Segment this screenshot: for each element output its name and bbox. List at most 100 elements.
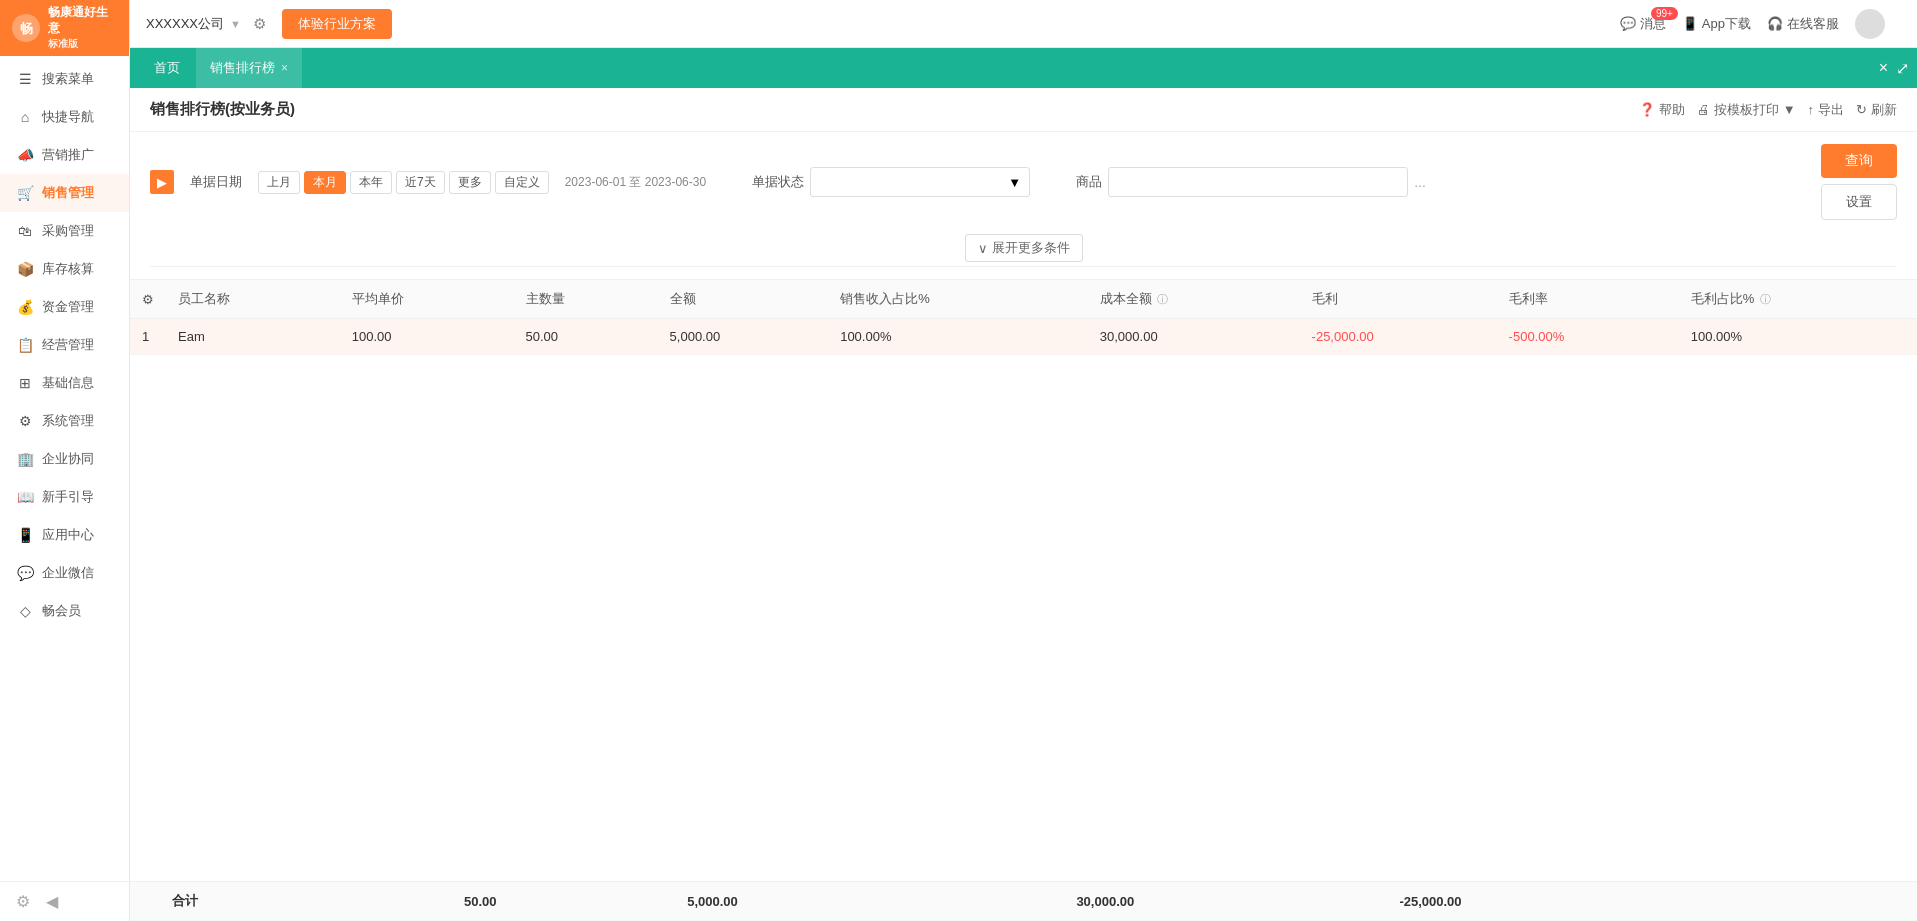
help-button[interactable]: ❓ 帮助 xyxy=(1639,101,1685,119)
sidebar-item-enterprise[interactable]: 🏢 企业协同 xyxy=(0,440,129,478)
message-button[interactable]: 💬 消息 99+ xyxy=(1620,15,1666,33)
online-service-button[interactable]: 🎧 在线客服 xyxy=(1767,15,1839,33)
template-print-button[interactable]: 🖨 按模板打印 ▼ xyxy=(1697,101,1796,119)
th-settings: ⚙ xyxy=(130,280,166,319)
sidebar-item-wechat[interactable]: 💬 企业微信 xyxy=(0,554,129,592)
marketing-icon: 📣 xyxy=(16,147,34,163)
sidebar-logo: 畅 畅康通好生意 标准版 xyxy=(0,0,129,56)
service-label: 在线客服 xyxy=(1787,15,1839,33)
refresh-button[interactable]: ↻ 刷新 xyxy=(1856,101,1897,119)
goods-input[interactable] xyxy=(1108,167,1408,197)
status-select[interactable]: ▼ xyxy=(810,167,1030,197)
status-dropdown-icon: ▼ xyxy=(1008,175,1021,190)
date-range-display: 2023-06-01 至 2023-06-30 xyxy=(565,174,706,191)
sidebar-menu: ☰ 搜索菜单 ⌂ 快捷导航 📣 营销推广 🛒 销售管理 🛍 采购管理 📦 库存核… xyxy=(0,56,129,881)
cell-total: 5,000.00 xyxy=(658,319,829,355)
sidebar-logo-text: 畅康通好生意 xyxy=(48,5,119,36)
expand-arrow-button[interactable]: ▶ xyxy=(150,170,174,194)
sidebar-item-label: 营销推广 xyxy=(42,146,94,164)
query-button[interactable]: 查询 xyxy=(1821,144,1897,178)
apps-icon: 📱 xyxy=(16,527,34,543)
trial-button[interactable]: 体验行业方案 xyxy=(282,9,392,39)
expand-conditions-row: ∨ 展开更多条件 xyxy=(150,230,1897,267)
sidebar-item-member[interactable]: ◇ 畅会员 xyxy=(0,592,129,630)
sidebar-item-purchase[interactable]: 🛍 采购管理 xyxy=(0,212,129,250)
export-button[interactable]: ↑ 导出 xyxy=(1808,101,1845,119)
settings-col-icon[interactable]: ⚙ xyxy=(142,292,154,307)
sidebar-item-guide[interactable]: 📖 新手引导 xyxy=(0,478,129,516)
sidebar-item-shortcut[interactable]: ⌂ 快捷导航 xyxy=(0,98,129,136)
sidebar-item-label: 应用中心 xyxy=(42,526,94,544)
system-icon: ⚙ xyxy=(16,413,34,429)
tab-sales-ranking[interactable]: 销售排行榜 × xyxy=(196,48,302,88)
tab-close-icon[interactable]: × xyxy=(281,61,288,75)
export-icon: ↑ xyxy=(1808,102,1815,117)
sidebar-item-basic[interactable]: ⊞ 基础信息 xyxy=(0,364,129,402)
date-btn-custom[interactable]: 自定义 xyxy=(495,171,549,194)
guide-icon: 📖 xyxy=(16,489,34,505)
footer-sales-pct xyxy=(970,882,1065,921)
tab-close-window-icon[interactable]: × xyxy=(1879,59,1888,78)
sidebar-item-label: 基础信息 xyxy=(42,374,94,392)
dropdown-arrow-icon: ▼ xyxy=(1783,102,1796,117)
date-btn-more[interactable]: 更多 xyxy=(449,171,491,194)
refresh-label: 刷新 xyxy=(1871,101,1897,119)
sidebar-item-inventory[interactable]: 📦 库存核算 xyxy=(0,250,129,288)
data-table: ⚙ 员工名称 平均单价 主数量 xyxy=(130,280,1917,355)
footer-label: 合计 xyxy=(160,882,357,921)
settings-button[interactable]: 设置 xyxy=(1821,184,1897,220)
page-header: 销售排行榜(按业务员) ❓ 帮助 🖨 按模板打印 ▼ ↑ 导出 xyxy=(130,88,1917,132)
help-icon: ❓ xyxy=(1639,102,1655,117)
more-options-icon[interactable]: ... xyxy=(1414,174,1426,190)
settings-icon[interactable]: ⚙ xyxy=(16,892,30,911)
sidebar-item-label: 库存核算 xyxy=(42,260,94,278)
sidebar-item-apps[interactable]: 📱 应用中心 xyxy=(0,516,129,554)
th-gross-rate: 毛利率 xyxy=(1497,280,1679,319)
inventory-icon: 📦 xyxy=(16,261,34,277)
cell-rank: 1 xyxy=(130,319,166,355)
home-icon: ⌂ xyxy=(16,109,34,125)
app-download-button[interactable]: 📱 App下载 xyxy=(1682,15,1751,33)
th-avg-price: 平均单价 xyxy=(340,280,514,319)
tab-home[interactable]: 首页 xyxy=(138,48,196,88)
refresh-icon: ↻ xyxy=(1856,102,1867,117)
collapse-icon[interactable]: ◀ xyxy=(46,892,58,911)
date-btn-this-year[interactable]: 本年 xyxy=(350,171,392,194)
tab-home-label: 首页 xyxy=(154,59,180,77)
sidebar-item-system[interactable]: ⚙ 系统管理 xyxy=(0,402,129,440)
date-btn-this-month[interactable]: 本月 xyxy=(304,171,346,194)
tab-maximize-icon[interactable]: ⤢ xyxy=(1896,59,1909,78)
expand-conditions-button[interactable]: ∨ 展开更多条件 xyxy=(965,234,1083,262)
sidebar-item-operations[interactable]: 📋 经营管理 xyxy=(0,326,129,364)
cell-gross-pct: 100.00% xyxy=(1679,319,1917,355)
topbar: XXXXXX公司 ▼ ⚙ 体验行业方案 💬 消息 99+ 📱 App下载 🎧 在… xyxy=(130,0,1917,48)
company-dropdown-icon: ▼ xyxy=(230,18,241,30)
date-btn-7days[interactable]: 近7天 xyxy=(396,171,445,194)
table-area: ⚙ 员工名称 平均单价 主数量 xyxy=(130,280,1917,581)
date-btn-last-month[interactable]: 上月 xyxy=(258,171,300,194)
expand-label: 展开更多条件 xyxy=(992,239,1070,257)
status-label: 单据状态 xyxy=(752,173,804,191)
footer-gross-rate xyxy=(1728,882,1823,921)
footer-row: 合计 50.00 5,000.00 30,000.00 -25,000.00 xyxy=(130,882,1917,921)
sidebar-item-marketing[interactable]: 📣 营销推广 xyxy=(0,136,129,174)
cell-cost: 30,000.00 xyxy=(1088,319,1300,355)
gear-icon[interactable]: ⚙ xyxy=(253,15,266,33)
cell-gross: -25,000.00 xyxy=(1300,319,1497,355)
th-name: 员工名称 xyxy=(166,280,340,319)
cost-info-icon[interactable]: ⓘ xyxy=(1157,293,1168,305)
th-quantity: 主数量 xyxy=(514,280,658,319)
gross-pct-info-icon[interactable]: ⓘ xyxy=(1760,293,1771,305)
company-selector[interactable]: XXXXXX公司 ▼ xyxy=(146,15,241,33)
sidebar-item-sales[interactable]: 🛒 销售管理 xyxy=(0,174,129,212)
cell-name: Eam xyxy=(166,319,340,355)
sidebar-item-search[interactable]: ☰ 搜索菜单 xyxy=(0,60,129,98)
page-actions: ❓ 帮助 🖨 按模板打印 ▼ ↑ 导出 ↻ 刷新 xyxy=(1639,101,1897,119)
sidebar-item-finance[interactable]: 💰 资金管理 xyxy=(0,288,129,326)
main-area: XXXXXX公司 ▼ ⚙ 体验行业方案 💬 消息 99+ 📱 App下载 🎧 在… xyxy=(130,0,1917,921)
topbar-right: 💬 消息 99+ 📱 App下载 🎧 在线客服 xyxy=(1620,9,1901,39)
purchase-icon: 🛍 xyxy=(16,223,34,239)
sidebar-item-label: 畅会员 xyxy=(42,602,81,620)
print-icon: 🖨 xyxy=(1697,102,1710,117)
user-avatar[interactable] xyxy=(1855,9,1885,39)
